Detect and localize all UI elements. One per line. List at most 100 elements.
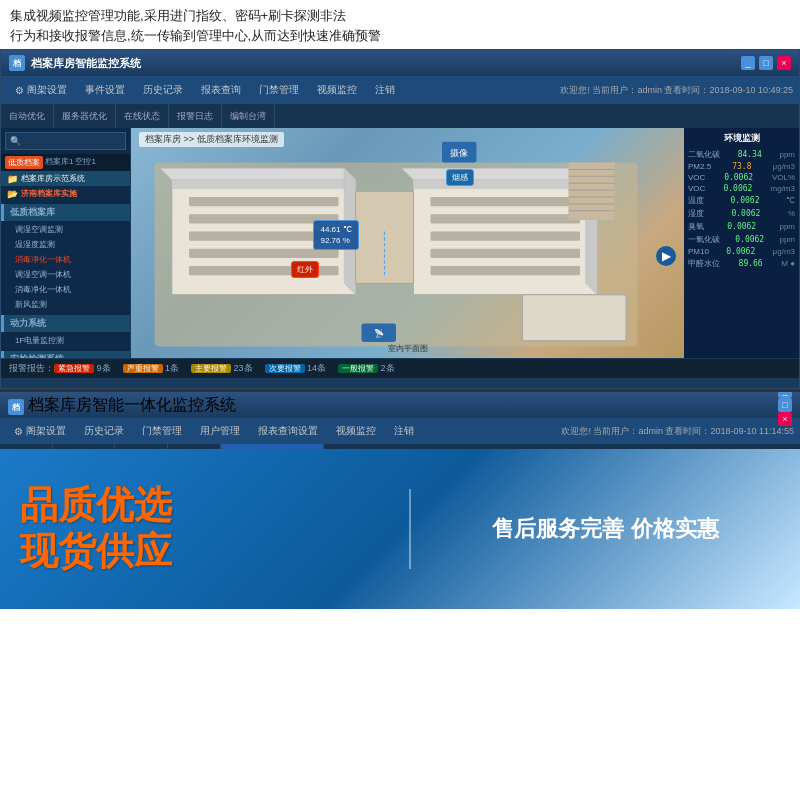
env-row-voc1: VOC 0.0062 VOL% xyxy=(688,173,795,182)
tab-air-ctrl[interactable]: 空控1 xyxy=(75,156,95,169)
menu-tab-auto[interactable]: 自动优化 xyxy=(1,104,54,128)
nav2-item-label: 阁架设置 xyxy=(26,424,66,438)
alarm-badge: 严重报警 1条 xyxy=(123,362,180,375)
nav-item-label: 门禁管理 xyxy=(259,83,299,97)
sidebar-item-system[interactable]: 📁 档案库房示范系统 xyxy=(1,171,130,186)
tab-archive-demo[interactable]: 档案库1 xyxy=(45,156,73,169)
nav2-item-door[interactable]: 门禁管理 xyxy=(134,422,190,440)
close-button[interactable]: × xyxy=(777,56,791,70)
promo-right-text: 售后服务完善 价格实惠 xyxy=(421,514,790,545)
breadcrumb: 档案库房 >> 低质档案库环境监测 xyxy=(139,132,284,147)
sidebar-item-purify1[interactable]: 消毒净化一体机 xyxy=(9,252,130,267)
alarm-items: 紧急报警 9条 严重报警 1条 主要报警 23条 次要报警 14条 一般报警 2… xyxy=(54,362,395,375)
sidebar-item-humidity-machine[interactable]: 调湿空调一体机 xyxy=(9,267,130,282)
title-left-2: 档 档案库房智能一体化监控系统 xyxy=(8,395,236,416)
app-title-1: 档案库房智能监控系统 xyxy=(31,56,141,71)
env-row-temp: 温度 0.0062 ℃ xyxy=(688,195,795,206)
top-text-area: 集成视频监控管理功能,采用进门指纹、密码+刷卡探测非法 行为和接收报警信息,统一… xyxy=(0,0,800,49)
map-legend: 室内平面图 xyxy=(388,343,428,354)
svg-rect-18 xyxy=(431,232,581,241)
svg-rect-16 xyxy=(431,197,581,206)
sidebar-item-ventilation[interactable]: 新风监测 xyxy=(9,297,130,312)
nav2-item-label: 用户管理 xyxy=(200,424,240,438)
svg-rect-20 xyxy=(431,266,581,275)
ir-label: 红外 xyxy=(297,265,313,274)
sidebar-item-humidity-ctrl[interactable]: 调湿空调监测 xyxy=(9,222,130,237)
nav-bar-1: ⚙ 阁架设置 事件设置 历史记录 报表查询 门禁管理 视频监控 注销 欢迎您! … xyxy=(1,76,799,104)
title-bar-1: 档 档案库房智能监控系统 _ □ × xyxy=(1,50,799,76)
sidebar-item-power[interactable]: 1F电量监控测 xyxy=(9,333,130,348)
app-logo-icon-2: 档 xyxy=(8,399,24,415)
env-monitoring-panel: 环境监测 二氧化碳 84.34 ppm PM2.5 73.8 μg/m3 VOC… xyxy=(684,128,799,358)
env-row-co: 一氧化碳 0.0062 ppm xyxy=(688,234,795,245)
nav-item-label: 报表查询 xyxy=(201,83,241,97)
svg-rect-10 xyxy=(523,295,627,341)
nav-item-event[interactable]: 事件设置 xyxy=(77,81,133,99)
alarm-status-bar: 报警报告： 紧急报警 9条 严重报警 1条 主要报警 23条 次要报警 14条 … xyxy=(1,358,799,378)
nav-item-video[interactable]: 视频监控 xyxy=(309,81,365,99)
inner-screenshot-2: 档 档案库房智能一体化监控系统 _ □ × ⚙ 阁架设置 历史记录 门禁管理 用… xyxy=(0,392,800,447)
nav-item-report[interactable]: 报表查询 xyxy=(193,81,249,99)
gear-icon: ⚙ xyxy=(15,85,24,96)
minimize-button-2[interactable]: _ xyxy=(778,389,792,398)
promo-left: 品质优选 现货供应 xyxy=(0,473,409,584)
nav2-item-label: 门禁管理 xyxy=(142,424,182,438)
left-sidebar: 低质档案 档案库1 空控1 📁 档案库房示范系统 📂 济南档案库实施 低质档案库… xyxy=(1,128,131,358)
screenshot-2: 档 档案库房智能一体化监控系统 _ □ × ⚙ 阁架设置 历史记录 门禁管理 用… xyxy=(0,389,800,609)
svg-rect-14 xyxy=(189,249,339,258)
alarm-badge: 次要报警 14条 xyxy=(265,362,327,375)
sidebar-item-temp-humidity[interactable]: 温湿度监测 xyxy=(9,237,130,252)
env-panel-title: 环境监测 xyxy=(688,132,795,145)
title-left: 档 档案库房智能监控系统 xyxy=(9,55,141,71)
nav2-item-video[interactable]: 视频监控 xyxy=(328,422,384,440)
window-controls: _ □ × xyxy=(741,56,791,70)
nav2-item-user[interactable]: 用户管理 xyxy=(192,422,248,440)
sidebar-search-input[interactable] xyxy=(5,132,126,150)
alarm-badge: 紧急报警 9条 xyxy=(54,362,111,375)
app-logo-icon: 档 xyxy=(9,55,25,71)
svg-text:摄像: 摄像 xyxy=(450,148,468,158)
maximize-button-2[interactable]: □ xyxy=(778,398,792,412)
sidebar-item-purify2[interactable]: 消毒净化一体机 xyxy=(9,282,130,297)
menu-tab-bar: 自动优化 服务器优化 在线状态 报警日志 编制台湾 xyxy=(1,104,799,128)
nav2-item-logout[interactable]: 注销 xyxy=(386,422,422,440)
nav-item-door[interactable]: 门禁管理 xyxy=(251,81,307,99)
smoke-sensor-tag: 烟感 xyxy=(446,169,474,186)
svg-rect-11 xyxy=(189,197,339,206)
sidebar-section-power: 动力系统 xyxy=(1,315,130,332)
nav-arrow-right[interactable]: ▶ xyxy=(656,246,676,266)
promo-right: 售后服务完善 价格实惠 xyxy=(411,504,800,555)
tab-low-archive[interactable]: 低质档案 xyxy=(5,156,43,169)
nav-item-history[interactable]: 历史记录 xyxy=(135,81,191,99)
env-row-voc2: VOC 0.0062 mg/m3 xyxy=(688,184,795,193)
svg-rect-2 xyxy=(172,180,356,189)
nav-item-gear[interactable]: ⚙ 阁架设置 xyxy=(7,81,75,99)
menu-tab-online[interactable]: 在线状态 xyxy=(116,104,169,128)
minimize-button[interactable]: _ xyxy=(741,56,755,70)
menu-tab-taiwan[interactable]: 编制台湾 xyxy=(222,104,275,128)
promo-line2: 现货供应 xyxy=(20,529,389,575)
nav-bar-2: ⚙ 阁架设置 历史记录 门禁管理 用户管理 报表查询设置 视频监控 注销 欢迎您 xyxy=(0,418,800,444)
svg-rect-19 xyxy=(431,249,581,258)
sidebar-item-jinan[interactable]: 📂 济南档案库实施 xyxy=(1,186,130,201)
promo-big-text: 品质优选 现货供应 xyxy=(20,483,389,574)
maximize-button[interactable]: □ xyxy=(759,56,773,70)
env-row-ozone: 臭氧 0.0062 ppm xyxy=(688,221,795,232)
nav-item-logout[interactable]: 注销 xyxy=(367,81,403,99)
top-text-line2: 行为和接收报警信息,统一传输到管理中心,从而达到快速准确预警 xyxy=(10,26,790,46)
nav2-right-info: 欢迎您! 当前用户：admin 查看时间：2018-09-10 11:14:55 xyxy=(561,425,794,438)
ir-sensor-tag: 红外 xyxy=(291,261,319,278)
sidebar-section-low: 低质档案库 xyxy=(1,204,130,221)
folder-icon: 📂 xyxy=(7,189,18,199)
svg-text:📡: 📡 xyxy=(374,328,385,338)
nav2-item-gear[interactable]: ⚙ 阁架设置 xyxy=(6,422,74,440)
svg-rect-17 xyxy=(431,214,581,223)
temp-sensor-tag: 44.61 ℃92.76 % xyxy=(313,220,358,250)
top-text-line1: 集成视频监控管理功能,采用进门指纹、密码+刷卡探测非法 xyxy=(10,6,790,26)
nav-item-label: 事件设置 xyxy=(85,83,125,97)
svg-marker-3 xyxy=(160,168,356,180)
menu-tab-alarm[interactable]: 报警日志 xyxy=(169,104,222,128)
nav2-item-report[interactable]: 报表查询设置 xyxy=(250,422,326,440)
nav2-item-history[interactable]: 历史记录 xyxy=(76,422,132,440)
menu-tab-server[interactable]: 服务器优化 xyxy=(54,104,116,128)
